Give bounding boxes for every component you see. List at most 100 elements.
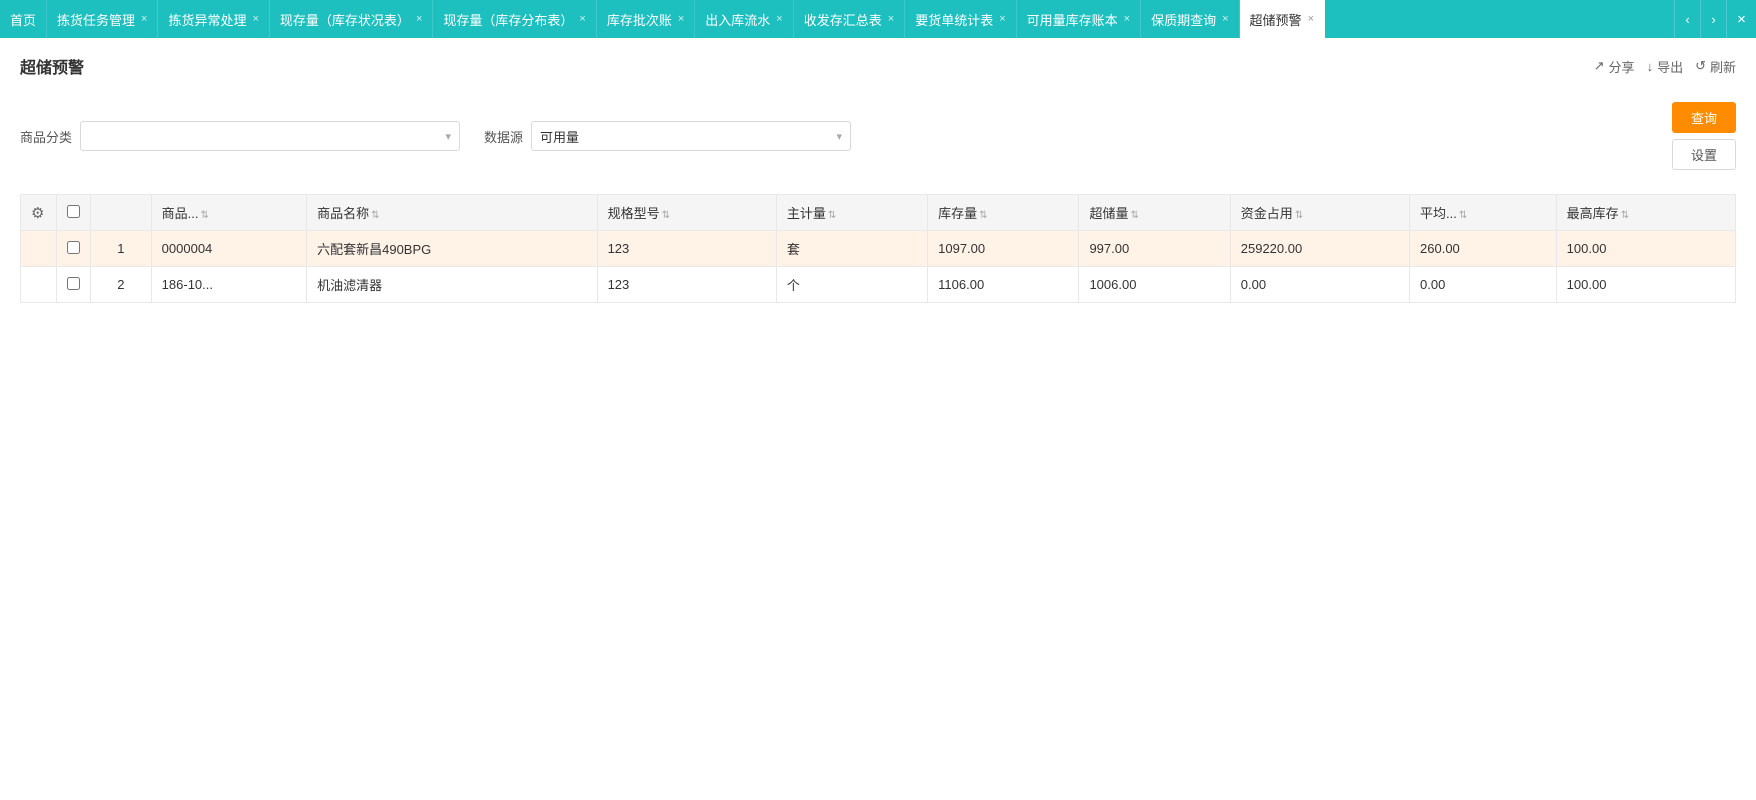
- close-stock-dist[interactable]: ×: [579, 13, 585, 25]
- sort-spec-icon: ⇅: [662, 210, 670, 221]
- row-gear-cell: [21, 267, 57, 303]
- category-filter: 商品分类 ▾: [20, 121, 460, 151]
- nav-avail-ledger[interactable]: 可用量库存账本 ×: [1017, 0, 1141, 38]
- row-unit-2: 个: [776, 267, 927, 303]
- header-actions: ↗ 分享 ↓ 导出 ↺ 刷新: [1594, 57, 1736, 76]
- share-label: 分享: [1609, 57, 1635, 76]
- row-stock-2: 1106.00: [928, 267, 1079, 303]
- category-arrow-down-icon: ▾: [445, 130, 451, 143]
- topbar: 首页 拣货任务管理 × 拣货异常处理 × 现存量（库存状况表） × 现存量（库存…: [0, 0, 1756, 38]
- export-button[interactable]: ↓ 导出: [1647, 57, 1684, 76]
- nav-batch[interactable]: 库存批次账 ×: [597, 0, 695, 38]
- th-maxstock[interactable]: 最高库存⇅: [1556, 195, 1735, 231]
- close-avail-ledger[interactable]: ×: [1124, 13, 1130, 25]
- nav-order-stat[interactable]: 要货单统计表 ×: [905, 0, 1016, 38]
- row-code-2: 186-10...: [151, 267, 306, 303]
- query-button[interactable]: 查询: [1672, 102, 1736, 133]
- datasource-select[interactable]: 可用量 ▾: [531, 121, 851, 151]
- nav-abnormal[interactable]: 拣货异常处理 ×: [158, 0, 269, 38]
- sort-avg-icon: ⇅: [1459, 210, 1467, 221]
- row-name-2: 机油滤清器: [307, 267, 597, 303]
- row-num-2: 2: [91, 267, 152, 303]
- close-inout-flow[interactable]: ×: [776, 13, 782, 25]
- th-avg[interactable]: 平均...⇅: [1410, 195, 1557, 231]
- datasource-filter: 数据源 可用量 ▾: [484, 121, 851, 151]
- row-maxstock-2: 100.00: [1556, 267, 1735, 303]
- close-stock-status[interactable]: ×: [416, 13, 422, 25]
- refresh-icon: ↺: [1695, 58, 1706, 74]
- settings-button[interactable]: 设置: [1672, 139, 1736, 170]
- close-order-stat[interactable]: ×: [999, 13, 1005, 25]
- th-code[interactable]: 商品...⇅: [151, 195, 306, 231]
- refresh-button[interactable]: ↺ 刷新: [1695, 57, 1736, 76]
- sort-overstock-icon: ⇅: [1130, 210, 1138, 221]
- row-checkbox-cell[interactable]: [57, 231, 91, 267]
- category-select[interactable]: ▾: [80, 121, 460, 151]
- nav-overstock[interactable]: 超储预警 ×: [1240, 0, 1325, 38]
- row-stock-1: 1097.00: [928, 231, 1079, 267]
- row-name-1: 六配套新昌490BPG: [307, 231, 597, 267]
- nav-arrow-right[interactable]: ›: [1700, 0, 1726, 38]
- row-spec-1: 123: [597, 231, 776, 267]
- share-button[interactable]: ↗ 分享: [1594, 57, 1635, 76]
- datasource-arrow-down-icon: ▾: [837, 130, 843, 143]
- row-checkbox-cell[interactable]: [57, 267, 91, 303]
- row-num-1: 1: [91, 231, 152, 267]
- th-checkbox: [57, 195, 91, 231]
- export-label: 导出: [1657, 57, 1683, 76]
- settings-gear-icon[interactable]: ⚙: [31, 205, 44, 222]
- filter-row: 商品分类 ▾ 数据源 可用量 ▾ 查询 设置: [20, 92, 1736, 180]
- close-batch[interactable]: ×: [678, 13, 684, 25]
- row-overstock-2: 1006.00: [1079, 267, 1230, 303]
- close-overstock[interactable]: ×: [1308, 13, 1314, 25]
- th-gear[interactable]: ⚙: [21, 195, 57, 231]
- th-rownum: [91, 195, 152, 231]
- row-checkbox-1[interactable]: [67, 241, 80, 254]
- row-checkbox-2[interactable]: [67, 277, 80, 290]
- sort-capital-icon: ⇅: [1295, 210, 1303, 221]
- nav-close-tab[interactable]: ×: [1726, 0, 1756, 38]
- close-task-mgmt[interactable]: ×: [141, 13, 147, 25]
- select-all-checkbox[interactable]: [67, 205, 80, 218]
- category-label: 商品分类: [20, 127, 72, 146]
- main-content: 超储预警 ↗ 分享 ↓ 导出 ↺ 刷新 商品分类 ▾ 数据源: [0, 38, 1756, 800]
- table-header-row: ⚙ 商品...⇅ 商品名称⇅ 规格型号⇅ 主计量⇅: [21, 195, 1736, 231]
- nav-stock-status[interactable]: 现存量（库存状况表） ×: [270, 0, 433, 38]
- sort-stock-icon: ⇅: [979, 210, 987, 221]
- export-icon: ↓: [1647, 59, 1654, 74]
- th-name[interactable]: 商品名称⇅: [307, 195, 597, 231]
- share-icon: ↗: [1594, 58, 1605, 74]
- th-spec[interactable]: 规格型号⇅: [597, 195, 776, 231]
- nav-arrows: ‹ › ×: [1674, 0, 1756, 38]
- row-unit-1: 套: [776, 231, 927, 267]
- close-recv-send[interactable]: ×: [888, 13, 894, 25]
- row-gear-cell: [21, 231, 57, 267]
- th-overstock[interactable]: 超储量⇅: [1079, 195, 1230, 231]
- table-row: 1 0000004 六配套新昌490BPG 123 套 1097.00 997.…: [21, 231, 1736, 267]
- th-stock[interactable]: 库存量⇅: [928, 195, 1079, 231]
- datasource-value: 可用量: [540, 127, 579, 146]
- row-avg-2: 0.00: [1410, 267, 1557, 303]
- nav-shelf-life[interactable]: 保质期查询 ×: [1141, 0, 1239, 38]
- close-shelf-life[interactable]: ×: [1222, 13, 1228, 25]
- nav-arrow-left[interactable]: ‹: [1674, 0, 1700, 38]
- row-spec-2: 123: [597, 267, 776, 303]
- nav-task-mgmt[interactable]: 拣货任务管理 ×: [47, 0, 158, 38]
- sort-code-icon: ⇅: [201, 210, 209, 221]
- sort-unit-icon: ⇅: [828, 210, 836, 221]
- th-capital[interactable]: 资金占用⇅: [1230, 195, 1409, 231]
- filter-buttons: 查询 设置: [1672, 102, 1736, 170]
- nav-home[interactable]: 首页: [0, 0, 47, 38]
- th-unit[interactable]: 主计量⇅: [776, 195, 927, 231]
- row-capital-1: 259220.00: [1230, 231, 1409, 267]
- data-table: ⚙ 商品...⇅ 商品名称⇅ 规格型号⇅ 主计量⇅: [20, 194, 1736, 303]
- refresh-label: 刷新: [1710, 57, 1736, 76]
- close-abnormal[interactable]: ×: [252, 13, 258, 25]
- row-code-1: 0000004: [151, 231, 306, 267]
- nav-recv-send[interactable]: 收发存汇总表 ×: [794, 0, 905, 38]
- datasource-label: 数据源: [484, 127, 523, 146]
- sort-maxstock-icon: ⇅: [1621, 210, 1629, 221]
- nav-inout-flow[interactable]: 出入库流水 ×: [695, 0, 793, 38]
- nav-stock-dist[interactable]: 现存量（库存分布表） ×: [433, 0, 596, 38]
- row-capital-2: 0.00: [1230, 267, 1409, 303]
